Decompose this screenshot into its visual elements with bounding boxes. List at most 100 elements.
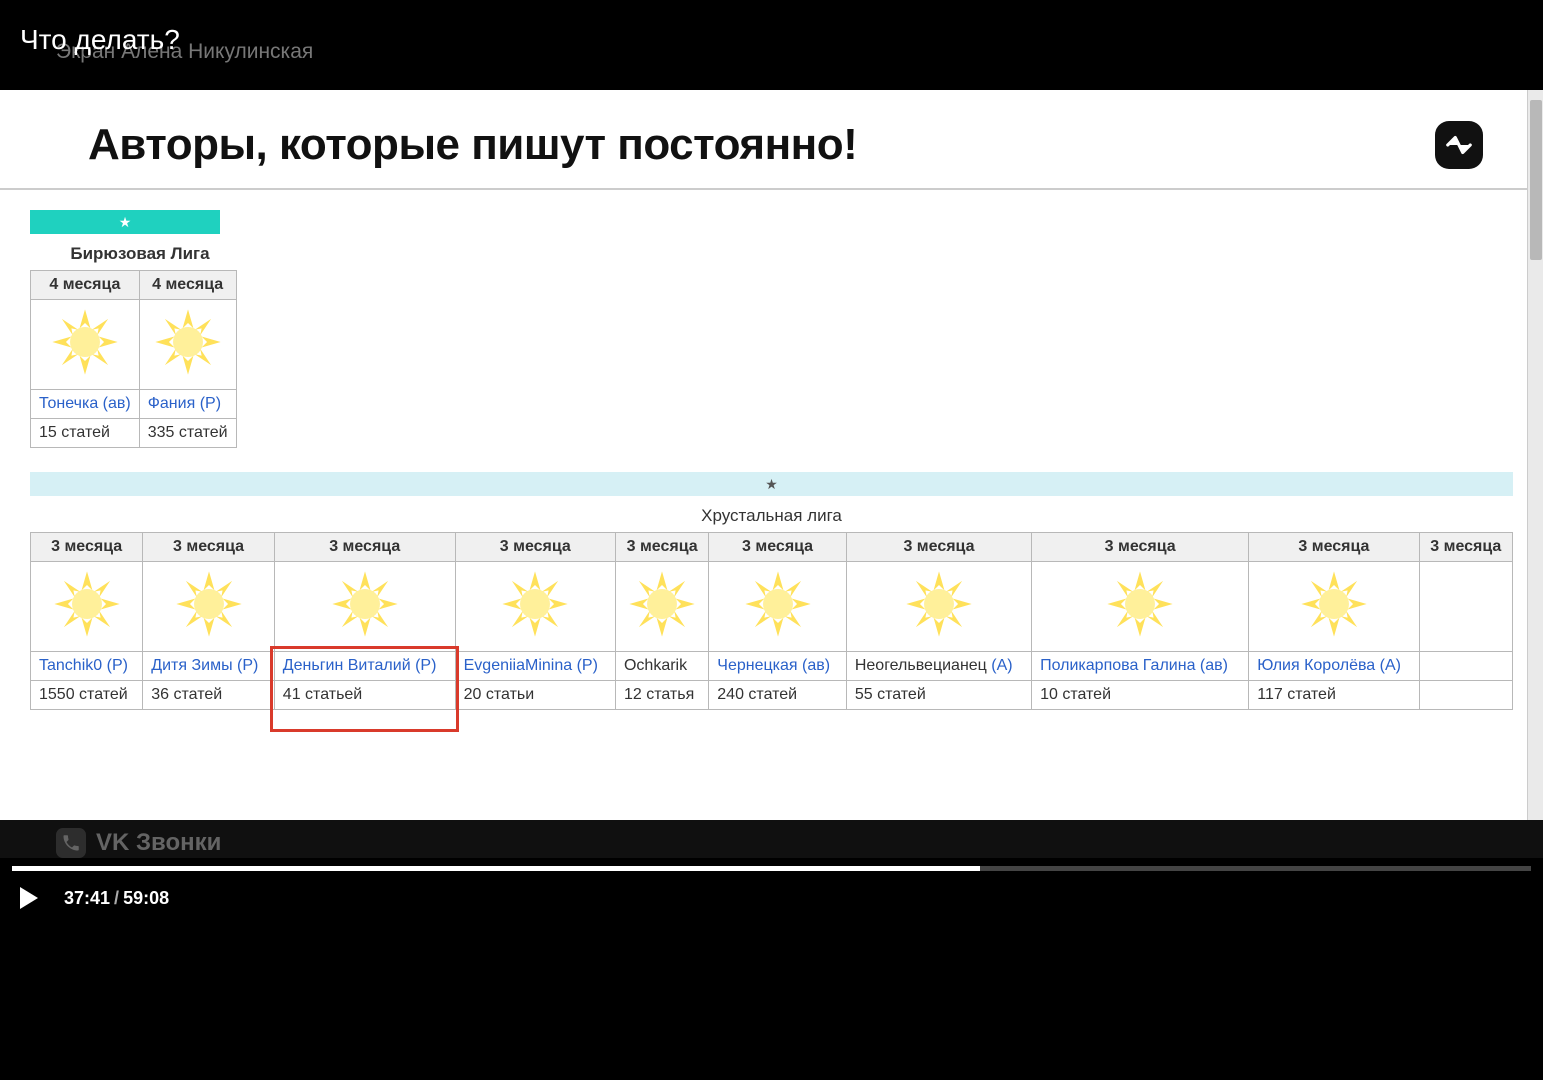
duration-header: 3 месяца [143, 533, 275, 562]
count-cell: 55 статей [846, 681, 1031, 710]
progress-fill [12, 866, 980, 871]
sun-cell [615, 562, 708, 652]
duration-header: 3 месяца [1419, 533, 1512, 562]
duration-header: 3 месяца [615, 533, 708, 562]
sun-cell [1249, 562, 1419, 652]
sun-icon [1300, 570, 1368, 638]
author-link[interactable]: Тонечка [39, 395, 98, 412]
slide-content: Авторы, которые пишут постоянно! ★ Бирюз… [0, 90, 1543, 820]
table-crystal: 3 месяца3 месяца3 месяца3 месяца3 месяца… [30, 532, 1513, 710]
author-link[interactable]: Неогельвецианец [855, 657, 987, 674]
sun-icon [1106, 570, 1174, 638]
author-cell[interactable]: Ochkarik [615, 652, 708, 681]
league-name-crystal: Хрустальная лига [30, 502, 1513, 532]
count-cell: 10 статей [1032, 681, 1249, 710]
count-cell: 36 статей [143, 681, 275, 710]
author-tag: (А) [1380, 657, 1401, 674]
sun-cell [31, 562, 143, 652]
author-link[interactable]: Поликарпова Галина [1040, 657, 1195, 674]
author-tag: (ав) [103, 395, 131, 412]
sun-cell [274, 562, 455, 652]
count-cell [1419, 681, 1512, 710]
author-link[interactable]: Tanchik0 [39, 657, 102, 674]
league-crystal: ★ Хрустальная лига 3 месяца3 месяца3 мес… [30, 472, 1513, 710]
author-link[interactable]: Фания [148, 395, 196, 412]
sun-cell [143, 562, 275, 652]
league-turquoise: ★ Бирюзовая Лига 4 месяца4 месяца Тонечка… [30, 210, 250, 448]
author-tag: (Р) [415, 657, 436, 674]
count-cell: 1550 статей [31, 681, 143, 710]
author-cell[interactable]: Дитя Зимы (Р) [143, 652, 275, 681]
duration-header: 4 месяца [31, 271, 140, 300]
author-cell[interactable]: Чернецкая (ав) [709, 652, 847, 681]
count-cell: 240 статей [709, 681, 847, 710]
progress-bar[interactable] [12, 866, 1531, 871]
overlay-title: Что делать? [20, 24, 180, 56]
sun-cell [1032, 562, 1249, 652]
duration-header: 3 месяца [1249, 533, 1419, 562]
sun-icon [175, 570, 243, 638]
count-cell: 12 статья [615, 681, 708, 710]
duration-header: 3 месяца [1032, 533, 1249, 562]
author-cell[interactable]: Tanchik0 (Р) [31, 652, 143, 681]
sun-icon [53, 570, 121, 638]
author-link[interactable]: Ochkarik [624, 657, 687, 674]
sun-icon [501, 570, 569, 638]
author-cell[interactable]: Деньгин Виталий (Р) [274, 652, 455, 681]
author-link[interactable]: Деньгин Виталий [283, 657, 411, 674]
author-cell[interactable]: Тонечка (ав) [31, 390, 140, 419]
sun-icon [628, 570, 696, 638]
star-icon: ★ [119, 214, 132, 231]
author-cell[interactable]: Юлия Королёва (А) [1249, 652, 1419, 681]
progress-container [0, 858, 1543, 871]
author-cell [1419, 652, 1512, 681]
author-tag: (Р) [577, 657, 598, 674]
sun-icon [51, 308, 119, 376]
duration-header: 3 месяца [709, 533, 847, 562]
scroll-thumb[interactable] [1530, 100, 1542, 260]
league-badge-crystal: ★ [30, 472, 1513, 496]
league-name-turquoise: Бирюзовая Лига [30, 240, 250, 270]
tables-area: ★ Бирюзовая Лига 4 месяца4 месяца Тонечка… [0, 190, 1543, 710]
count-cell: 41 статьей [274, 681, 455, 710]
author-cell[interactable]: Неогельвецианец (А) [846, 652, 1031, 681]
vk-calls-watermark: VK Звонки [56, 828, 221, 858]
sun-icon [905, 570, 973, 638]
count-cell: 20 статьи [455, 681, 615, 710]
duration-header: 3 месяца [274, 533, 455, 562]
count-cell: 117 статей [1249, 681, 1419, 710]
scrollbar[interactable] [1527, 90, 1543, 820]
sun-cell [846, 562, 1031, 652]
time-display: 37:41/59:08 [64, 888, 169, 909]
total-time: 59:08 [123, 888, 169, 908]
slide-title: Авторы, которые пишут постоянно! [88, 120, 857, 170]
table-turquoise: 4 месяца4 месяцаТонечка (ав)Фания (Р)15 … [30, 270, 237, 448]
author-link[interactable]: Чернецкая [717, 657, 797, 674]
top-bar: Что делать? Экран Алена Никулинская [0, 0, 1543, 90]
sun-cell [31, 300, 140, 390]
sun-cell [709, 562, 847, 652]
author-tag: (Р) [237, 657, 258, 674]
player-controls: 37:41/59:08 [0, 871, 1543, 925]
sun-cell [139, 300, 236, 390]
phone-icon [56, 828, 86, 858]
zen-logo-icon [1435, 121, 1483, 169]
sun-icon [331, 570, 399, 638]
author-cell[interactable]: EvgeniiaMinina (Р) [455, 652, 615, 681]
author-tag: (ав) [1200, 657, 1228, 674]
slide-header: Авторы, которые пишут постоянно! [0, 90, 1543, 190]
sun-icon [744, 570, 812, 638]
author-tag: (Р) [107, 657, 128, 674]
duration-header: 4 месяца [139, 271, 236, 300]
league-badge-turquoise: ★ [30, 210, 220, 234]
author-link[interactable]: Юлия Королёва [1257, 657, 1375, 674]
current-time: 37:41 [64, 888, 110, 908]
author-cell[interactable]: Поликарпова Галина (ав) [1032, 652, 1249, 681]
author-link[interactable]: Дитя Зимы [151, 657, 232, 674]
play-button[interactable] [20, 887, 38, 909]
duration-header: 3 месяца [846, 533, 1031, 562]
author-link[interactable]: EvgeniiaMinina [464, 657, 573, 674]
author-tag: (Р) [200, 395, 221, 412]
author-cell[interactable]: Фания (Р) [139, 390, 236, 419]
time-separator: / [110, 888, 123, 908]
